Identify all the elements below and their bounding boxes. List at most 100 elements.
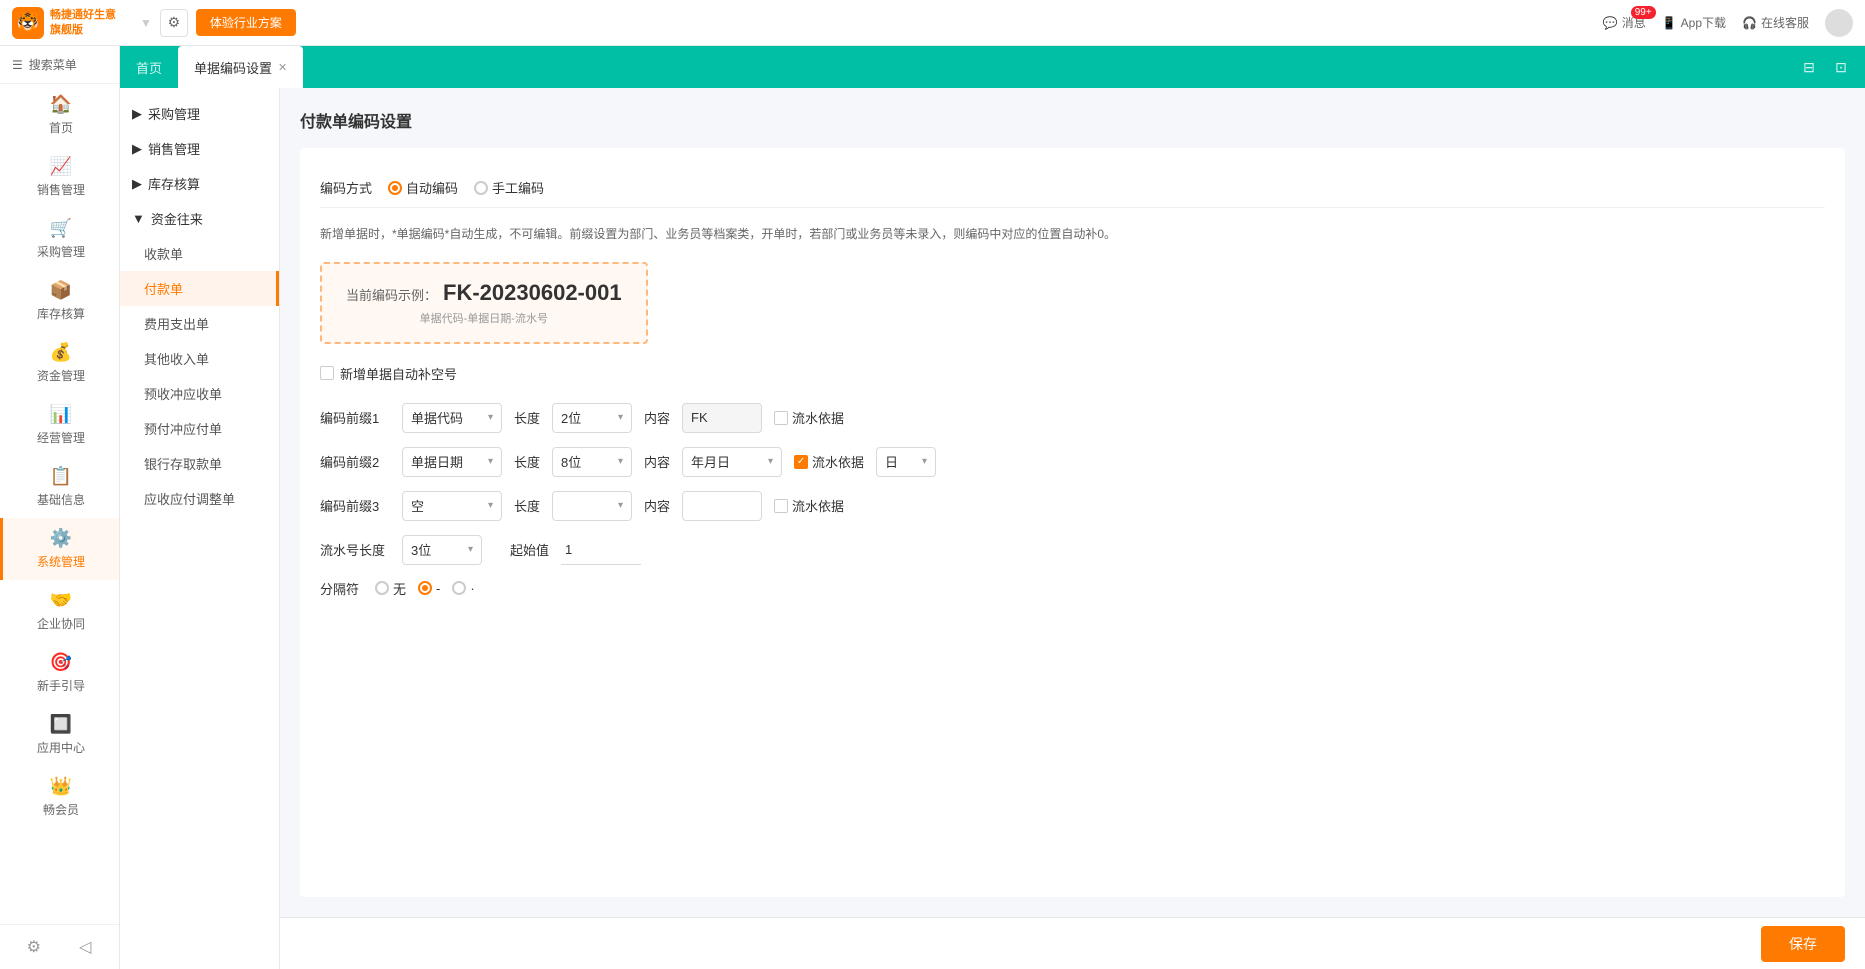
prefix1-arrow-icon: ▾ [488,412,493,423]
dropdown-button[interactable]: ▼ [140,16,152,30]
preview-desc: 单据代码-单据日期-流水号 [346,310,622,326]
encode-radio-group: 自动编码 手工编码 [388,178,544,197]
sec-item-receipt[interactable]: 收款单 [120,236,279,271]
save-button[interactable]: 保存 [1761,926,1845,962]
sep-dot1-radio[interactable] [418,581,432,595]
sep-dot1-option[interactable]: - [418,581,440,596]
prefix3-length-select[interactable]: ▾ [552,491,632,521]
appstore-icon: 🔲 [50,714,72,735]
prefix1-select[interactable]: 单据代码 ▾ [402,403,502,433]
prefix1-length-select[interactable]: 2位 ▾ [552,403,632,433]
sec-item-prepay-payable[interactable]: 预付冲应付单 [120,411,279,446]
sidebar-item-home[interactable]: 🏠 首页 [0,84,119,146]
sidebar-item-sales[interactable]: 📈 销售管理 [0,146,119,208]
app-download-button[interactable]: 📱 App下载 [1662,14,1726,31]
sidebar-item-purchase[interactable]: 🛒 采购管理 [0,208,119,270]
sidebar-collapse-button[interactable]: ◁ [71,933,99,961]
sec-group-sales[interactable]: ▶ 销售管理 [120,131,279,166]
operations-icon: 📊 [50,404,72,425]
sidebar-item-system[interactable]: ⚙️ 系统管理 [0,518,119,580]
tab-encode-settings[interactable]: 单据编码设置 ✕ [178,46,303,88]
prefix3-stream-cb[interactable] [774,499,788,513]
prefix2-day-select[interactable]: 日 ▾ [876,447,936,477]
sec-group-purchase[interactable]: ▶ 采购管理 [120,96,279,131]
tab-minimize-button[interactable]: ⊟ [1797,55,1821,79]
message-badge: 99+ [1631,6,1656,19]
tab-maximize-button[interactable]: ⊡ [1829,55,1853,79]
sec-item-expense[interactable]: 费用支出单 [120,306,279,341]
sep-dot2-option[interactable]: · [452,581,474,596]
prefix2-length-arrow-icon: ▾ [618,456,623,467]
sep-none-option[interactable]: 无 [375,579,406,598]
preview-label: 当前编码示例： [346,285,437,304]
sec-item-adjustment[interactable]: 应收应付调整单 [120,481,279,516]
trial-button[interactable]: 体验行业方案 [196,9,296,36]
search-menu-button[interactable]: ☰ 搜索菜单 [0,46,119,84]
prefix3-content-label: 内容 [644,496,670,515]
logo-area: 🐯 畅捷通好生意 旗舰版 [12,7,132,39]
sidebar-item-basic-info[interactable]: 📋 基础信息 [0,456,119,518]
auto-encode-radio[interactable] [388,181,402,195]
top-header: 🐯 畅捷通好生意 旗舰版 ▼ ⚙ 体验行业方案 💬 消息 99+ 📱 App下载… [0,0,1865,46]
prefix1-stream-cb[interactable] [774,411,788,425]
tab-close-icon[interactable]: ✕ [278,61,287,74]
prefix3-stream-checkbox[interactable]: 流水依据 [774,496,844,515]
manual-encode-option[interactable]: 手工编码 [474,178,544,197]
avatar[interactable] [1825,9,1853,37]
nav-tabs-controls: ⊟ ⊡ [1797,55,1865,79]
sidebar-item-member[interactable]: 👑 畅会员 [0,766,119,828]
info-text: 新增单据时，*单据编码*自动生成，不可编辑。前缀设置为部门、业务员等档案类，开单… [320,224,1825,246]
sidebar-settings-button[interactable]: ⚙ [20,933,48,961]
prefix1-content-label: 内容 [644,408,670,427]
sec-chevron-icon2: ▶ [132,141,142,157]
sec-item-bank[interactable]: 银行存取款单 [120,446,279,481]
prefix1-content-input[interactable]: FK [682,403,762,433]
service-button[interactable]: 🎧 在线客服 [1742,14,1809,31]
encode-method-label: 编码方式 [320,178,372,197]
prefix3-content-input[interactable] [682,491,762,521]
prefix1-stream-checkbox[interactable]: 流水依据 [774,408,844,427]
sep-dot2-radio[interactable] [452,581,466,595]
prefix2-stream-cb[interactable]: ✓ [794,455,808,469]
sidebar-item-enterprise[interactable]: 🤝 企业协同 [0,580,119,642]
auto-fill-checkbox[interactable] [320,366,334,380]
main-layout: ☰ 搜索菜单 🏠 首页 📈 销售管理 🛒 采购管理 📦 库存核算 💰 资金管理 … [0,46,1865,969]
content-area: ▶ 采购管理 ▶ 销售管理 ▶ 库存核算 ▼ 资金往来 收款单 [120,88,1865,969]
prefix3-length-label: 长度 [514,496,540,515]
prefix2-stream-checkbox[interactable]: ✓ 流水依据 [794,452,864,471]
sec-group-inventory[interactable]: ▶ 库存核算 [120,166,279,201]
prefix2-length-select[interactable]: 8位 ▾ [552,447,632,477]
guide-icon: 🎯 [50,652,72,673]
save-bar: 保存 [280,917,1865,969]
serial-length-select[interactable]: 3位 ▾ [402,535,482,565]
tab-home[interactable]: 首页 [120,46,178,88]
sidebar-item-finance[interactable]: 💰 资金管理 [0,332,119,394]
prefix2-label: 编码前缀2 [320,452,390,471]
sep-dot1-char: - [436,581,440,596]
manual-encode-radio[interactable] [474,181,488,195]
sec-item-prepay-receivable[interactable]: 预收冲应收单 [120,376,279,411]
prefix2-select[interactable]: 单据日期 ▾ [402,447,502,477]
message-button[interactable]: 💬 消息 99+ [1603,14,1646,31]
sidebar-item-inventory[interactable]: 📦 库存核算 [0,270,119,332]
finance-icon: 💰 [50,342,72,363]
sidebar-item-guide[interactable]: 🎯 新手引导 [0,642,119,704]
sec-item-other-income[interactable]: 其他收入单 [120,341,279,376]
auto-encode-option[interactable]: 自动编码 [388,178,458,197]
nav-tabs: 首页 单据编码设置 ✕ ⊟ ⊡ [120,46,1865,88]
header-left: 🐯 畅捷通好生意 旗舰版 ▼ ⚙ 体验行业方案 [12,7,296,39]
sidebar-item-operations[interactable]: 📊 经营管理 [0,394,119,456]
sidebar-item-appstore[interactable]: 🔲 应用中心 [0,704,119,766]
encode-method-row: 编码方式 自动编码 手工编码 [320,168,1825,208]
prefix3-select[interactable]: 空 ▾ [402,491,502,521]
settings-icon[interactable]: ⚙ [160,9,188,37]
sec-chevron-icon: ▶ [132,106,142,122]
sec-item-payment[interactable]: 付款单 [120,271,279,306]
start-value-input[interactable]: 1 [561,535,641,565]
prefix2-content-select[interactable]: 年月日 ▾ [682,447,782,477]
sec-chevron-icon3: ▶ [132,176,142,192]
sep-none-radio[interactable] [375,581,389,595]
serial-length-label: 流水号长度 [320,540,390,559]
sec-group-finance[interactable]: ▼ 资金往来 [120,201,279,236]
member-icon: 👑 [50,776,72,797]
